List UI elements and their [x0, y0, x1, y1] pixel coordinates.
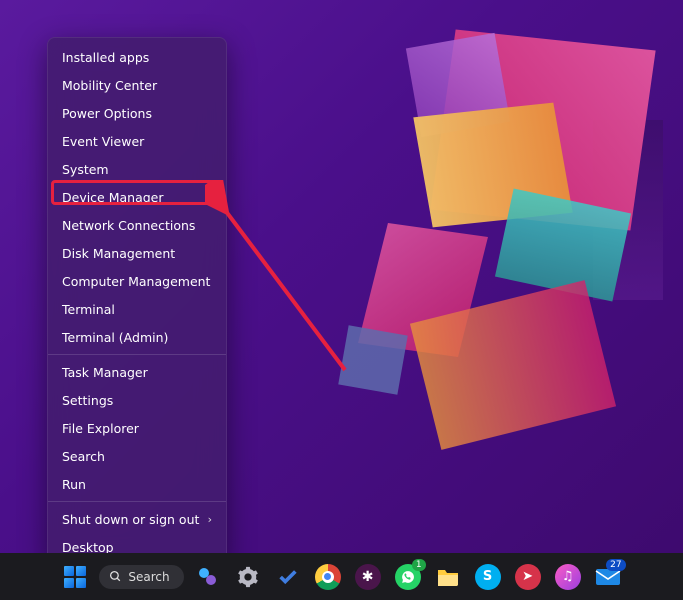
- menu-separator: [48, 354, 226, 355]
- menu-item-label: File Explorer: [62, 421, 139, 436]
- menu-item-settings[interactable]: Settings: [48, 386, 226, 414]
- menu-item-label: Event Viewer: [62, 134, 144, 149]
- taskbar-skype[interactable]: S: [472, 561, 504, 593]
- menu-item-label: Task Manager: [62, 365, 148, 380]
- menu-item-label: Device Manager: [62, 190, 164, 205]
- menu-item-search[interactable]: Search: [48, 442, 226, 470]
- copilot-icon: [196, 565, 220, 589]
- menu-item-label: Network Connections: [62, 218, 195, 233]
- taskbar-itunes[interactable]: ♫: [552, 561, 584, 593]
- menu-item-label: Settings: [62, 393, 113, 408]
- menu-item-network-connections[interactable]: Network Connections: [48, 211, 226, 239]
- folder-icon: [436, 566, 460, 588]
- taskbar-chrome[interactable]: [312, 561, 344, 593]
- taskbar-whatsapp[interactable]: 1: [392, 561, 424, 593]
- menu-separator: [48, 501, 226, 502]
- menu-item-label: Power Options: [62, 106, 152, 121]
- gear-icon: [237, 566, 259, 588]
- menu-item-event-viewer[interactable]: Event Viewer: [48, 127, 226, 155]
- search-label: Search: [128, 570, 169, 584]
- taskbar-search[interactable]: Search: [99, 565, 183, 589]
- menu-item-label: Computer Management: [62, 274, 210, 289]
- menu-item-mobility-center[interactable]: Mobility Center: [48, 71, 226, 99]
- menu-item-run[interactable]: Run: [48, 470, 226, 498]
- menu-item-device-manager[interactable]: Device Manager: [48, 183, 226, 211]
- menu-item-label: Shut down or sign out: [62, 512, 199, 527]
- menu-item-shutdown[interactable]: Shut down or sign out ›: [48, 505, 226, 533]
- music-icon: ♫: [555, 564, 581, 590]
- menu-item-installed-apps[interactable]: Installed apps: [48, 43, 226, 71]
- notification-badge: 27: [606, 559, 625, 571]
- menu-item-terminal-admin[interactable]: Terminal (Admin): [48, 323, 226, 351]
- chrome-icon: [315, 564, 341, 590]
- taskbar-copilot[interactable]: [192, 561, 224, 593]
- menu-item-task-manager[interactable]: Task Manager: [48, 358, 226, 386]
- app-icon: ➤: [515, 564, 541, 590]
- menu-item-label: Disk Management: [62, 246, 175, 261]
- menu-item-label: Terminal (Admin): [62, 330, 168, 345]
- chevron-right-icon: ›: [208, 513, 212, 526]
- menu-item-label: Search: [62, 449, 105, 464]
- taskbar: Search ✱ 1 S ➤ ♫ 27: [0, 553, 683, 600]
- taskbar-mail[interactable]: 27: [592, 561, 624, 593]
- taskbar-app-round[interactable]: ➤: [512, 561, 544, 593]
- menu-item-power-options[interactable]: Power Options: [48, 99, 226, 127]
- menu-item-computer-management[interactable]: Computer Management: [48, 267, 226, 295]
- check-icon: [277, 566, 299, 588]
- menu-item-terminal[interactable]: Terminal: [48, 295, 226, 323]
- menu-item-label: Run: [62, 477, 86, 492]
- winx-context-menu: Installed apps Mobility Center Power Opt…: [47, 37, 227, 567]
- taskbar-todo[interactable]: [272, 561, 304, 593]
- windows-icon: [64, 566, 86, 588]
- menu-item-disk-management[interactable]: Disk Management: [48, 239, 226, 267]
- skype-icon: S: [475, 564, 501, 590]
- taskbar-slack[interactable]: ✱: [352, 561, 384, 593]
- menu-item-label: System: [62, 162, 109, 177]
- menu-item-system[interactable]: System: [48, 155, 226, 183]
- menu-item-label: Mobility Center: [62, 78, 157, 93]
- slack-icon: ✱: [355, 564, 381, 590]
- menu-item-label: Terminal: [62, 302, 115, 317]
- start-button[interactable]: [59, 561, 91, 593]
- menu-item-file-explorer[interactable]: File Explorer: [48, 414, 226, 442]
- taskbar-settings[interactable]: [232, 561, 264, 593]
- menu-item-label: Installed apps: [62, 50, 149, 65]
- taskbar-file-explorer[interactable]: [432, 561, 464, 593]
- notification-badge: 1: [412, 559, 426, 571]
- search-icon: [109, 570, 122, 583]
